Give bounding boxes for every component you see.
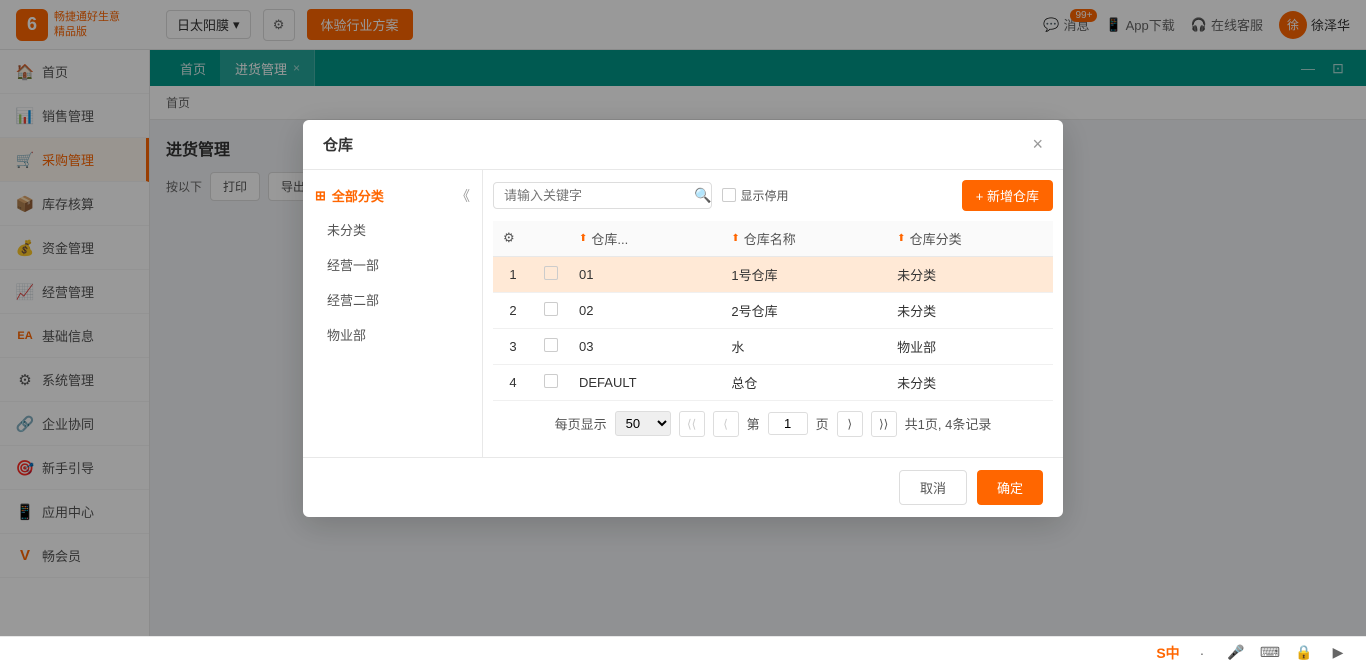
grid-icon: ⊞ (315, 188, 326, 204)
th-category[interactable]: ⬆仓库分类 (887, 221, 1053, 257)
category-item-dept1[interactable]: 经营一部 (303, 247, 482, 282)
row-checkbox[interactable] (544, 338, 558, 352)
bottom-icon-cn[interactable]: S中 (1156, 641, 1180, 665)
row-checkbox-cell[interactable] (533, 328, 569, 364)
bottom-icon-arrow[interactable]: ▶ (1326, 641, 1350, 665)
row-checkbox-cell[interactable] (533, 292, 569, 328)
last-page-button[interactable]: ⟩⟩ (871, 411, 897, 437)
row-name: 2号仓库 (721, 292, 887, 328)
th-name[interactable]: ⬆仓库名称 (721, 221, 887, 257)
warehouse-modal: 仓库 × ⊞ 全部分类 《 未分类 经营一部 经营二部 物业部 (303, 120, 1063, 517)
row-num: 3 (493, 328, 533, 364)
cancel-button[interactable]: 取消 (899, 470, 967, 505)
row-checkbox-cell[interactable] (533, 364, 569, 400)
next-page-button[interactable]: ⟩ (837, 411, 863, 437)
row-checkbox[interactable] (544, 302, 558, 316)
total-info: 共1页, 4条记录 (905, 414, 992, 433)
sort-icon: ⬆ (579, 233, 587, 244)
table-row[interactable]: 1 01 1号仓库 未分类 (493, 256, 1053, 292)
modal-close-button[interactable]: × (1032, 134, 1043, 155)
table-container: ⚙ ⬆仓库... ⬆仓库名称 ⬆仓库分类 (493, 221, 1053, 401)
modal-footer: 取消 确定 (303, 457, 1063, 517)
table-row[interactable]: 2 02 2号仓库 未分类 (493, 292, 1053, 328)
all-categories-button[interactable]: ⊞ 全部分类 (315, 186, 384, 205)
prev-page-button[interactable]: ⟨ (713, 411, 739, 437)
category-header: ⊞ 全部分类 《 (303, 180, 482, 212)
confirm-button[interactable]: 确定 (977, 470, 1043, 505)
modal-title: 仓库 (323, 134, 353, 155)
row-code: 03 (569, 328, 721, 364)
category-item-dept2[interactable]: 经营二部 (303, 282, 482, 317)
row-category: 物业部 (887, 328, 1053, 364)
category-item-unclassified[interactable]: 未分类 (303, 212, 482, 247)
row-checkbox[interactable] (544, 374, 558, 388)
page-size-select[interactable]: 50 10 20 100 (615, 411, 671, 436)
row-num: 1 (493, 256, 533, 292)
collapse-button[interactable]: 《 (456, 186, 470, 206)
row-category: 未分类 (887, 256, 1053, 292)
table-toolbar: 🔍 显示停用 + 新增仓库 (493, 180, 1053, 211)
page-size-label: 每页显示 (555, 414, 607, 433)
category-item-property[interactable]: 物业部 (303, 317, 482, 352)
page-unit: 页 (816, 414, 829, 433)
bottom-icon-dot[interactable]: · (1190, 641, 1214, 665)
show-disabled-checkbox[interactable]: 显示停用 (722, 187, 788, 204)
row-category: 未分类 (887, 292, 1053, 328)
th-code[interactable]: ⬆仓库... (569, 221, 721, 257)
search-field: 🔍 (493, 182, 712, 209)
modal-overlay: 仓库 × ⊞ 全部分类 《 未分类 经营一部 经营二部 物业部 (0, 0, 1366, 636)
row-category: 未分类 (887, 364, 1053, 400)
th-settings[interactable]: ⚙ (493, 221, 533, 257)
sort-icon-cat: ⬆ (897, 233, 905, 244)
table-area: 🔍 显示停用 + 新增仓库 ⚙ (483, 170, 1063, 457)
row-num: 2 (493, 292, 533, 328)
table-row[interactable]: 4 DEFAULT 总仓 未分类 (493, 364, 1053, 400)
row-num: 4 (493, 364, 533, 400)
first-page-button[interactable]: ⟨⟨ (679, 411, 705, 437)
table-body: 1 01 1号仓库 未分类 2 02 2号仓库 (493, 256, 1053, 400)
warehouse-table: ⚙ ⬆仓库... ⬆仓库名称 ⬆仓库分类 (493, 221, 1053, 401)
th-checkbox (533, 221, 569, 257)
table-row[interactable]: 3 03 水 物业部 (493, 328, 1053, 364)
bottom-bar: S中 · 🎤 ⌨ 🔒 ▶ (0, 636, 1366, 668)
modal-body: ⊞ 全部分类 《 未分类 经营一部 经营二部 物业部 🔍 (303, 170, 1063, 457)
row-name: 水 (721, 328, 887, 364)
search-button[interactable]: 🔍 (694, 187, 711, 204)
add-warehouse-button[interactable]: + 新增仓库 (962, 180, 1053, 211)
bottom-icon-mic[interactable]: 🎤 (1224, 641, 1248, 665)
row-code: DEFAULT (569, 364, 721, 400)
page-label: 第 (747, 414, 760, 433)
category-sidebar: ⊞ 全部分类 《 未分类 经营一部 经营二部 物业部 (303, 170, 483, 457)
row-name: 1号仓库 (721, 256, 887, 292)
page-number-input[interactable] (768, 412, 808, 435)
row-checkbox-cell[interactable] (533, 256, 569, 292)
bottom-icon-lock[interactable]: 🔒 (1292, 641, 1316, 665)
table-header: ⚙ ⬆仓库... ⬆仓库名称 ⬆仓库分类 (493, 221, 1053, 257)
modal-header: 仓库 × (303, 120, 1063, 170)
bottom-icon-keyboard[interactable]: ⌨ (1258, 641, 1282, 665)
sort-icon-name: ⬆ (731, 233, 739, 244)
disabled-checkbox[interactable] (722, 188, 736, 202)
pagination: 每页显示 50 10 20 100 ⟨⟨ ⟨ 第 页 ⟩ ⟩⟩ 共1页, 4条记… (493, 401, 1053, 447)
row-name: 总仓 (721, 364, 887, 400)
search-input[interactable] (494, 183, 694, 208)
row-checkbox[interactable] (544, 266, 558, 280)
row-code: 01 (569, 256, 721, 292)
row-code: 02 (569, 292, 721, 328)
